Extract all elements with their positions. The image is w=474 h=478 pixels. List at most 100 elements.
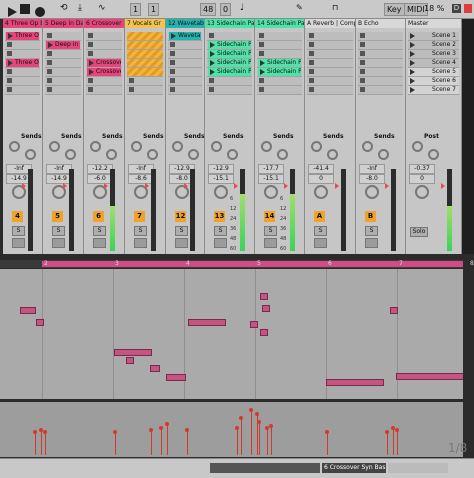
solo-button[interactable]: S [175,226,188,236]
velocity-handle[interactable] [385,430,389,434]
track-title[interactable]: 12 Wavetable [166,19,204,28]
clip-stop-icon[interactable] [88,42,93,47]
send-a-knob[interactable] [131,141,142,152]
scene-launch-icon[interactable] [410,78,415,84]
clip-slot[interactable] [257,41,302,50]
track-activator-button[interactable]: 7 [134,211,145,222]
volume-readout[interactable]: -12.9 [208,164,234,174]
clip-slot[interactable] [127,59,163,68]
send-b-knob[interactable] [188,149,199,160]
arm-button[interactable] [264,238,277,248]
device-strip[interactable] [388,463,448,473]
midi-note[interactable] [260,329,268,336]
loop-icon[interactable]: ⟲ [60,3,72,15]
track-title[interactable]: 14 Sidechain Pad [255,19,304,28]
clip-stop-icon[interactable] [7,42,12,47]
track-title[interactable]: 5 Deep in Dark [43,19,83,28]
clip[interactable]: Sidechain Pad [208,68,251,76]
clip-stop-icon[interactable] [47,69,52,74]
midi-note[interactable] [250,321,258,328]
clip-stop-icon[interactable] [309,78,314,83]
clip-slot[interactable] [5,77,40,86]
key-map-button[interactable]: Key [384,3,405,16]
send-a-knob[interactable] [412,141,423,152]
clip-play-icon[interactable] [210,51,215,57]
clip-stop-icon[interactable] [88,51,93,56]
clip-slot[interactable] [45,68,81,77]
send-b-knob[interactable] [65,149,76,160]
clip-play-icon[interactable] [171,33,176,39]
scene-launch-icon[interactable] [410,69,415,75]
clip-slot[interactable]: Three Op Bass [5,59,40,68]
clip-slot[interactable] [86,50,122,59]
midi-note[interactable] [36,319,44,326]
clip-slot[interactable] [45,32,81,41]
clip-slot[interactable]: Sidechain Pad [207,68,252,77]
send-b-knob[interactable] [327,149,338,160]
clip-stop-icon[interactable] [170,87,175,92]
clip-stop-icon[interactable] [360,42,365,47]
clip-stop-icon[interactable] [47,60,52,65]
velocity-handle[interactable] [113,430,117,434]
midi-note[interactable] [166,374,186,381]
volume-readout[interactable]: -Inf [359,164,385,174]
clip-stop-icon[interactable] [360,33,365,38]
clip-stop-icon[interactable] [129,78,134,83]
scene-launch-icon[interactable] [410,87,415,93]
pan-readout[interactable]: -8.0 [359,174,385,184]
clip-stop-icon[interactable] [259,33,264,38]
clip-slot[interactable]: Sidechain Pad [207,50,252,59]
clip-slot[interactable]: Scene 4 [408,59,459,68]
clip-slot[interactable] [307,50,353,59]
tempo-decimal[interactable]: 0 [220,3,232,16]
clip-stop-icon[interactable] [309,87,314,92]
position-beat[interactable]: 1 [130,3,142,16]
midi-note[interactable] [126,357,134,364]
clip-slot[interactable] [358,68,403,77]
velocity-handle[interactable] [33,430,37,434]
clip-slot[interactable] [168,86,202,95]
clip-slot[interactable]: Three Op Bass [5,32,40,41]
curve-icon[interactable]: ∿ [98,3,110,15]
clip-slot[interactable] [207,86,252,95]
clip[interactable]: Sidechain Pad [258,59,301,67]
scene-launch-icon[interactable] [410,33,415,39]
midi-note[interactable] [188,319,226,326]
clip-stop-icon[interactable] [209,78,214,83]
clip-slot[interactable]: Scene 7 [408,86,459,95]
volume-fader-handle[interactable] [104,183,108,189]
track-activator-button[interactable]: 6 [93,211,104,222]
pan-knob[interactable] [365,185,379,199]
clip-slot[interactable]: Deep in Dark [45,41,81,50]
clip-stop-icon[interactable] [7,69,12,74]
volume-fader-handle[interactable] [63,183,67,189]
clip-stop-icon[interactable] [309,51,314,56]
clip-slot[interactable] [168,50,202,59]
velocity-handle[interactable] [239,416,243,420]
velocity-handle[interactable] [257,420,261,424]
velocity-handle[interactable] [249,408,253,412]
scene-launch-icon[interactable] [410,60,415,66]
clip-stop-icon[interactable] [360,87,365,92]
midi-note[interactable] [260,293,268,300]
clip-stop-icon[interactable] [88,33,93,38]
send-a-knob[interactable] [9,141,20,152]
track-title[interactable]: 4 Three Op Ba [3,19,42,28]
clip-stop-icon[interactable] [309,42,314,47]
clip-slot[interactable] [127,41,163,50]
clip-stop-icon[interactable] [170,42,175,47]
clip-slot[interactable]: Scene 5 [408,68,459,77]
draw-icon[interactable]: ✎ [296,3,308,15]
clip[interactable]: Sidechain Pad [208,50,251,58]
clip[interactable]: Three Op Bass [6,32,39,40]
clip-stop-icon[interactable] [259,87,264,92]
solo-button[interactable]: S [134,226,147,236]
arm-button[interactable] [214,238,227,248]
clip-stop-icon[interactable] [170,51,175,56]
clip-stop-icon[interactable] [360,51,365,56]
pan-readout[interactable]: -15.1 [258,174,284,184]
clip-stop-icon[interactable] [209,33,214,38]
clip[interactable]: Sidechain Pad [258,68,301,76]
volume-fader-handle[interactable] [22,183,26,189]
volume-fader-handle[interactable] [145,183,149,189]
